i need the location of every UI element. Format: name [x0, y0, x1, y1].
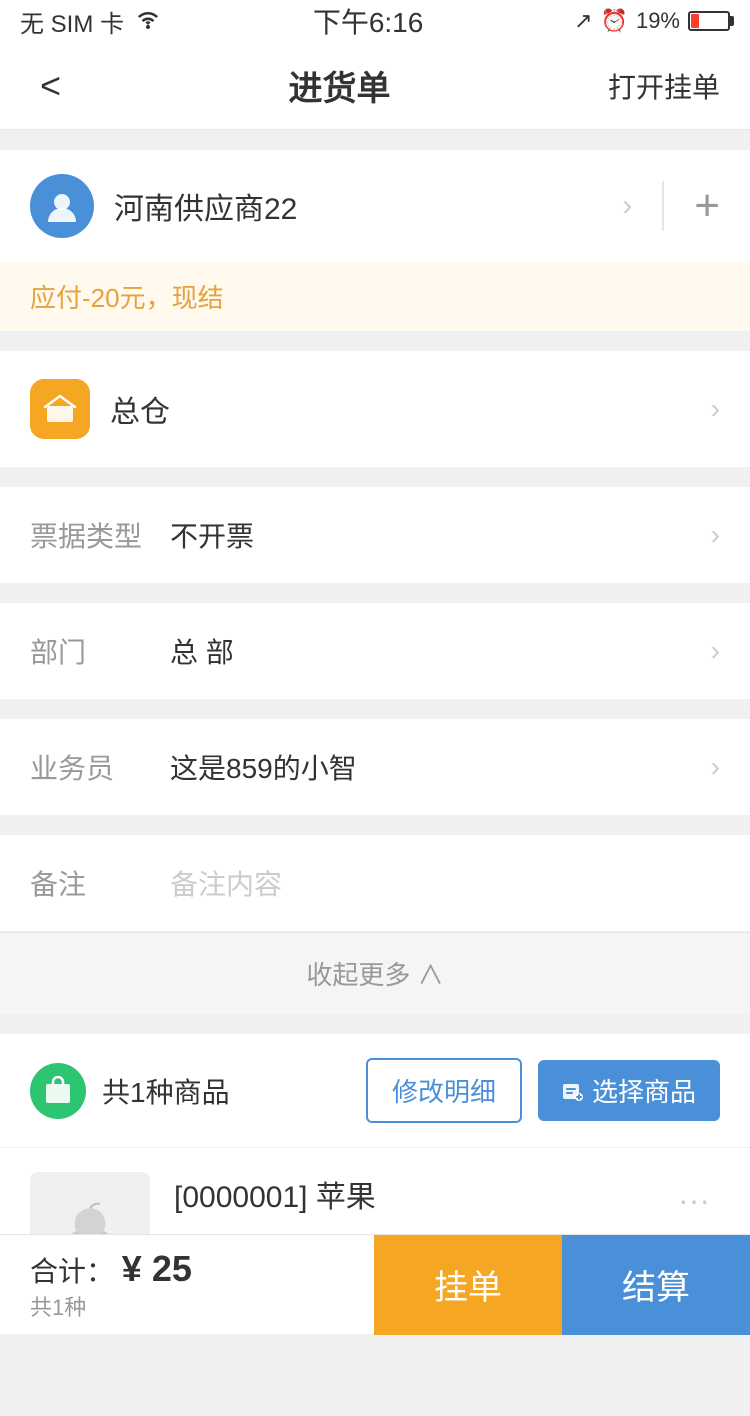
footer-total-area: 合计： ¥ 25 共1种: [0, 1248, 374, 1322]
department-chevron-icon: ›: [711, 635, 720, 667]
hang-button[interactable]: 挂单: [374, 1235, 562, 1335]
section-gap-7: [0, 1014, 750, 1034]
warehouse-chevron-icon: ›: [711, 393, 720, 425]
open-pending-button[interactable]: 打开挂单: [608, 66, 720, 106]
nav-bar: < 进货单 打开挂单: [0, 42, 750, 130]
hang-label: 挂单: [434, 1260, 502, 1309]
product-header: 共1种商品 修改明细 选择商品: [0, 1034, 750, 1147]
edit-detail-button[interactable]: 修改明细: [366, 1058, 522, 1123]
supplier-chevron-icon: ›: [622, 189, 632, 223]
invoice-section: 票据类型 不开票 ›: [0, 487, 750, 583]
department-label: 部门: [30, 631, 150, 671]
salesperson-value: 这是859的小智: [170, 747, 711, 787]
wifi-icon: [134, 7, 162, 36]
notice-bar: 应付-20元，现结: [0, 262, 750, 331]
total-count: 共1种: [30, 1290, 344, 1322]
remarks-section: 备注 备注内容 收起更多 ∧: [0, 835, 750, 1014]
footer-total-line: 合计： ¥ 25: [30, 1248, 344, 1290]
invoice-chevron-icon: ›: [711, 519, 720, 551]
remarks-row[interactable]: 备注 备注内容: [0, 835, 750, 932]
remarks-placeholder[interactable]: 备注内容: [170, 863, 720, 903]
checkout-button[interactable]: 结算: [562, 1235, 750, 1335]
alarm-icon: ⏰: [601, 8, 628, 34]
invoice-type-row[interactable]: 票据类型 不开票 ›: [0, 487, 750, 583]
supplier-divider: [662, 181, 664, 231]
remarks-label: 备注: [30, 863, 150, 903]
product-code: [0000001]: [174, 1181, 307, 1214]
product-name: [0000001] 苹果: [174, 1172, 668, 1216]
section-gap-2: [0, 331, 750, 351]
battery-icon: [688, 11, 730, 31]
invoice-type-label: 票据类型: [30, 515, 150, 555]
carrier-label: 无 SIM 卡: [20, 4, 124, 39]
checkout-label: 结算: [622, 1260, 690, 1309]
supplier-avatar: [30, 174, 94, 238]
warehouse-row[interactable]: 总仓 ›: [0, 351, 750, 467]
page-title: 进货单: [289, 61, 391, 110]
status-right: ↗ ⏰ 19%: [574, 8, 730, 34]
section-gap-4: [0, 583, 750, 603]
invoice-type-value: 不开票: [170, 515, 711, 555]
warehouse-section: 总仓 ›: [0, 351, 750, 467]
section-gap-6: [0, 815, 750, 835]
section-gap-5: [0, 699, 750, 719]
total-amount: ¥ 25: [122, 1248, 192, 1289]
department-row[interactable]: 部门 总 部 ›: [0, 603, 750, 699]
footer: 合计： ¥ 25 共1种 挂单 结算: [0, 1234, 750, 1334]
status-time: 下午6:16: [313, 1, 424, 41]
location-icon: ↗: [574, 8, 592, 34]
status-bar: 无 SIM 卡 下午6:16 ↗ ⏰ 19%: [0, 0, 750, 42]
product-more-button[interactable]: ···: [668, 1172, 720, 1229]
supplier-name: 河南供应商22: [114, 184, 622, 228]
warehouse-name: 总仓: [110, 387, 711, 431]
section-gap-1: [0, 130, 750, 150]
warehouse-icon: [30, 379, 90, 439]
salesperson-section: 业务员 这是859的小智 ›: [0, 719, 750, 815]
select-product-label: 选择商品: [592, 1072, 696, 1109]
battery-percent: 19%: [636, 8, 680, 34]
salesperson-label: 业务员: [30, 747, 150, 787]
supplier-section: 河南供应商22 › + 应付-20元，现结: [0, 150, 750, 331]
product-icon: [30, 1063, 86, 1119]
department-value: 总 部: [170, 631, 711, 671]
select-product-button[interactable]: 选择商品: [538, 1060, 720, 1121]
back-button[interactable]: <: [30, 55, 71, 117]
total-label: 合计：: [30, 1256, 114, 1287]
collapse-label: 收起更多 ∧: [306, 960, 443, 990]
product-count: 共1种商品: [102, 1071, 350, 1111]
salesperson-row[interactable]: 业务员 这是859的小智 ›: [0, 719, 750, 815]
notice-text: 应付-20元，现结: [30, 283, 224, 313]
product-name-value: 苹果: [316, 1181, 376, 1214]
status-left: 无 SIM 卡: [20, 4, 162, 39]
collapse-bar[interactable]: 收起更多 ∧: [0, 932, 750, 1014]
department-section: 部门 总 部 ›: [0, 603, 750, 699]
section-gap-3: [0, 467, 750, 487]
add-button[interactable]: +: [694, 181, 720, 231]
salesperson-chevron-icon: ›: [711, 751, 720, 783]
supplier-row[interactable]: 河南供应商22 › +: [0, 150, 750, 262]
